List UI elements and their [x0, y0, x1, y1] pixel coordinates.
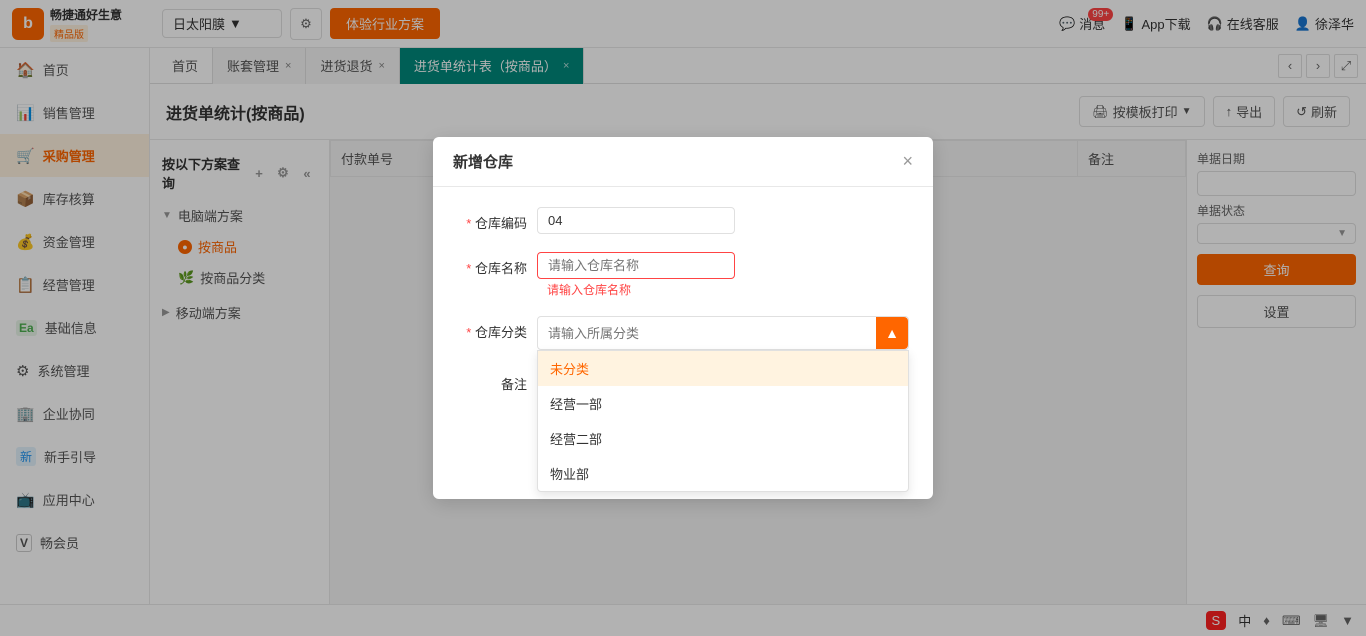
modal-title: 新增仓库 [453, 151, 513, 172]
code-field-row: * 仓库编码 [457, 207, 909, 234]
dropdown-item-3[interactable]: 物业部 [538, 456, 908, 491]
code-required-star: * [466, 216, 471, 231]
category-dropdown-wrapper: ▲ 未分类 经营一部 经营二部 物业部 [537, 316, 909, 350]
modal-close-button[interactable]: × [902, 151, 913, 172]
chevron-up-icon: ▲ [885, 325, 899, 341]
code-label: * 仓库编码 [457, 207, 537, 232]
name-label: * 仓库名称 [457, 252, 537, 277]
note-label: 备注 [457, 368, 537, 393]
category-toggle-button[interactable]: ▲ [876, 317, 908, 349]
code-input-wrapper [537, 207, 909, 234]
name-input[interactable] [537, 252, 735, 279]
category-required-star: * [466, 325, 471, 340]
modal-header: 新增仓库 × [433, 137, 933, 187]
code-input[interactable] [537, 207, 735, 234]
modal-overlay: 新增仓库 × * 仓库编码 * 仓库名称 [0, 0, 1366, 636]
code-label-text: 仓库编码 [475, 216, 527, 231]
new-warehouse-modal: 新增仓库 × * 仓库编码 * 仓库名称 [433, 137, 933, 499]
name-label-text: 仓库名称 [475, 261, 527, 276]
name-field-inner: * 仓库名称 [457, 252, 735, 279]
modal-body: * 仓库编码 * 仓库名称 [433, 187, 933, 433]
name-error-block: 请输入仓库名称 [457, 281, 631, 298]
dropdown-item-1[interactable]: 经营一部 [538, 386, 908, 421]
category-input[interactable] [538, 321, 876, 346]
category-input-row: ▲ [537, 316, 909, 350]
name-input-wrapper [537, 252, 735, 279]
category-label: * 仓库分类 [457, 316, 537, 341]
note-label-text: 备注 [501, 377, 527, 392]
dropdown-item-2[interactable]: 经营二部 [538, 421, 908, 456]
dropdown-item-0[interactable]: 未分类 [538, 351, 908, 386]
name-error-message: 请输入仓库名称 [547, 283, 631, 297]
category-label-text: 仓库分类 [475, 325, 527, 340]
category-dropdown-list: 未分类 经营一部 经营二部 物业部 [537, 350, 909, 492]
category-field-row: * 仓库分类 ▲ 未分类 经营一部 经营二部 物业部 [457, 316, 909, 350]
name-required-star: * [466, 261, 471, 276]
name-field-row: * 仓库名称 请输入仓库名称 [457, 252, 909, 298]
